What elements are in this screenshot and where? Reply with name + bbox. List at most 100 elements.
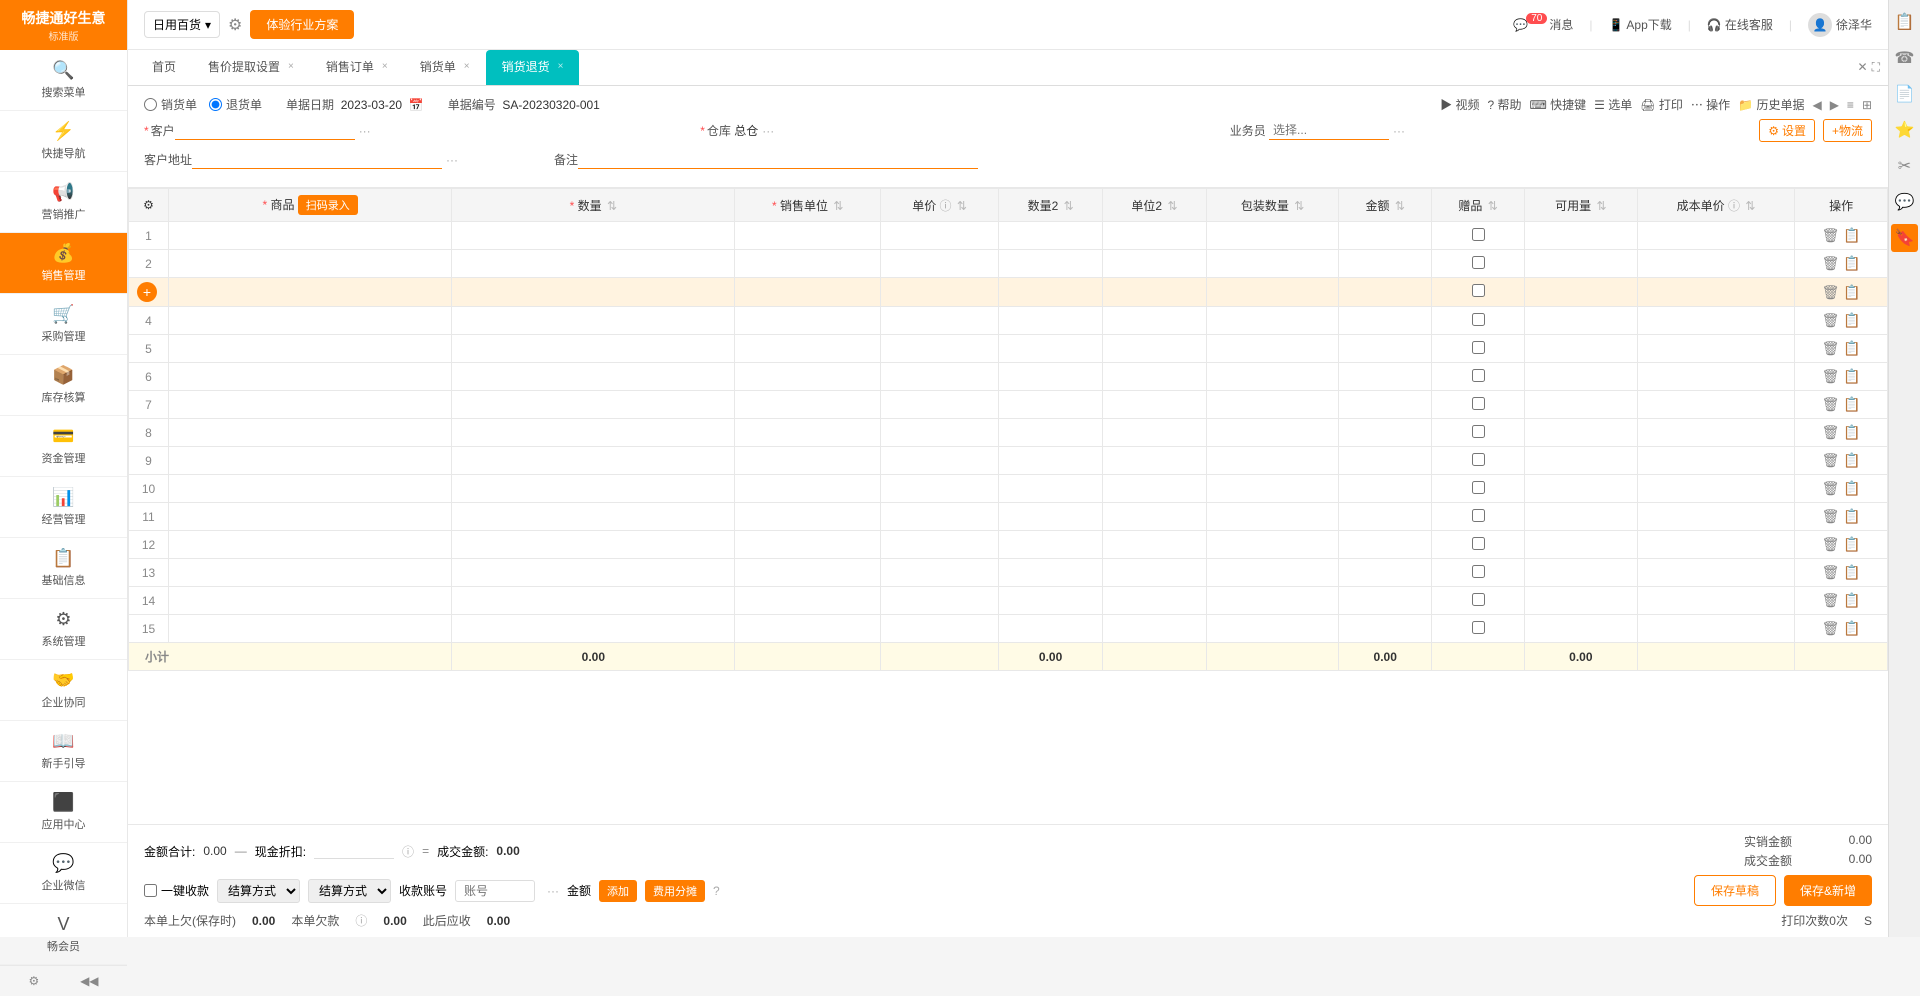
gift-cell[interactable] bbox=[1432, 278, 1525, 307]
unit-cell[interactable] bbox=[735, 475, 881, 503]
pack-qty-cell[interactable] bbox=[1206, 335, 1338, 363]
gift-cell[interactable] bbox=[1432, 222, 1525, 250]
tab-home[interactable]: 首页 bbox=[136, 50, 192, 85]
gift-checkbox[interactable] bbox=[1472, 621, 1485, 634]
amount-cell[interactable] bbox=[1339, 391, 1432, 419]
available-cell[interactable] bbox=[1525, 531, 1638, 559]
remark-input[interactable] bbox=[578, 150, 978, 169]
cost-price-cell[interactable] bbox=[1637, 222, 1795, 250]
account-dots[interactable]: ··· bbox=[547, 884, 559, 898]
available-cell[interactable] bbox=[1525, 559, 1638, 587]
gift-cell[interactable] bbox=[1432, 419, 1525, 447]
print-btn[interactable]: 🖨 打印 bbox=[1640, 96, 1683, 113]
price-cell[interactable] bbox=[881, 559, 999, 587]
qty-cell[interactable] bbox=[452, 615, 735, 643]
delete-icon[interactable]: 🗑 bbox=[1822, 227, 1840, 244]
product-cell[interactable] bbox=[169, 419, 452, 447]
gift-cell[interactable] bbox=[1432, 335, 1525, 363]
gift-checkbox[interactable] bbox=[1472, 369, 1485, 382]
pack-qty-cell[interactable] bbox=[1206, 587, 1338, 615]
sidebar-item-enterprise[interactable]: 🤝 企业协同 bbox=[0, 660, 127, 721]
pack-qty-cell[interactable] bbox=[1206, 475, 1338, 503]
unit2-cell[interactable] bbox=[1103, 615, 1207, 643]
tab-price-setting[interactable]: 售价提取设置 × bbox=[192, 50, 310, 85]
sidebar-item-quick-nav[interactable]: ⚡ 快捷导航 bbox=[0, 111, 127, 172]
cost-price-cell[interactable] bbox=[1637, 615, 1795, 643]
cost-price-cell[interactable] bbox=[1637, 531, 1795, 559]
gift-checkbox[interactable] bbox=[1472, 228, 1485, 241]
delete-icon[interactable]: 🗑 bbox=[1822, 396, 1840, 413]
available-cell[interactable] bbox=[1525, 250, 1638, 278]
amount-cell[interactable] bbox=[1339, 559, 1432, 587]
sidebar-item-finance[interactable]: 💳 资金管理 bbox=[0, 416, 127, 477]
gift-cell[interactable] bbox=[1432, 447, 1525, 475]
calendar-icon[interactable]: 📅 bbox=[409, 98, 424, 112]
unit-cell[interactable] bbox=[735, 531, 881, 559]
delete-icon[interactable]: 🗑 bbox=[1822, 480, 1840, 497]
pack-qty-cell[interactable] bbox=[1206, 307, 1338, 335]
product-cell[interactable] bbox=[169, 475, 452, 503]
copy-icon[interactable]: 📋 bbox=[1843, 564, 1860, 581]
amount-cell[interactable] bbox=[1339, 363, 1432, 391]
qty2-cell[interactable] bbox=[999, 335, 1103, 363]
close-tab-icon[interactable]: ✕ bbox=[1858, 60, 1868, 75]
qty2-cell[interactable] bbox=[999, 307, 1103, 335]
sidebar-item-search[interactable]: 🔍 搜索菜单 bbox=[0, 50, 127, 111]
price-cell[interactable] bbox=[881, 250, 999, 278]
qty-cell[interactable] bbox=[452, 250, 735, 278]
unit-cell[interactable] bbox=[735, 503, 881, 531]
qty2-cell[interactable] bbox=[999, 503, 1103, 531]
unit-cell[interactable] bbox=[735, 278, 881, 307]
unit2-cell[interactable] bbox=[1103, 475, 1207, 503]
tab-sales-bill[interactable]: 销货单 × bbox=[404, 50, 486, 85]
list-view-icon[interactable]: ≡ bbox=[1847, 98, 1854, 112]
col-gear[interactable]: ⚙ bbox=[129, 189, 169, 222]
available-cell[interactable] bbox=[1525, 278, 1638, 307]
unit-cell[interactable] bbox=[735, 250, 881, 278]
price-cell[interactable] bbox=[881, 615, 999, 643]
cost-price-cell[interactable] bbox=[1637, 250, 1795, 278]
price-cell[interactable] bbox=[881, 419, 999, 447]
qty-cell[interactable] bbox=[452, 335, 735, 363]
qty-cell[interactable] bbox=[452, 475, 735, 503]
gift-cell[interactable] bbox=[1432, 531, 1525, 559]
gift-cell[interactable] bbox=[1432, 559, 1525, 587]
available-cell[interactable] bbox=[1525, 391, 1638, 419]
close-icon[interactable]: × bbox=[558, 61, 564, 72]
pack-qty-cell[interactable] bbox=[1206, 615, 1338, 643]
amount-cell[interactable] bbox=[1339, 587, 1432, 615]
qty2-cell[interactable] bbox=[999, 475, 1103, 503]
qty-cell[interactable] bbox=[452, 391, 735, 419]
pack-qty-cell[interactable] bbox=[1206, 222, 1338, 250]
settings-btn[interactable]: ⚙ 设置 bbox=[1759, 119, 1815, 142]
cost-price-cell[interactable] bbox=[1637, 278, 1795, 307]
unit2-cell[interactable] bbox=[1103, 335, 1207, 363]
prev-icon[interactable]: ◀ bbox=[1812, 98, 1821, 112]
price-cell[interactable] bbox=[881, 363, 999, 391]
cost-price-cell[interactable] bbox=[1637, 587, 1795, 615]
gift-checkbox[interactable] bbox=[1472, 397, 1485, 410]
history-btn[interactable]: 📁 历史单据 bbox=[1738, 96, 1804, 113]
qty2-cell[interactable] bbox=[999, 615, 1103, 643]
price-cell[interactable] bbox=[881, 391, 999, 419]
sidebar-item-purchase[interactable]: 🛒 采购管理 bbox=[0, 294, 127, 355]
gift-cell[interactable] bbox=[1432, 587, 1525, 615]
operation-btn[interactable]: ⋯ 操作 bbox=[1691, 96, 1730, 113]
gift-cell[interactable] bbox=[1432, 391, 1525, 419]
radio-sales-bill-input[interactable] bbox=[144, 98, 157, 111]
copy-icon[interactable]: 📋 bbox=[1843, 340, 1860, 357]
product-cell[interactable] bbox=[169, 250, 452, 278]
pack-qty-cell[interactable] bbox=[1206, 419, 1338, 447]
staff-input[interactable] bbox=[1269, 121, 1389, 140]
copy-icon[interactable]: 📋 bbox=[1843, 227, 1860, 244]
copy-icon[interactable]: 📋 bbox=[1843, 396, 1860, 413]
pack-qty-cell[interactable] bbox=[1206, 447, 1338, 475]
amount-cell[interactable] bbox=[1339, 278, 1432, 307]
product-cell-highlighted[interactable] bbox=[169, 278, 452, 307]
right-panel-icon-3[interactable]: 📄 bbox=[1891, 80, 1919, 108]
price-cell[interactable] bbox=[881, 475, 999, 503]
unit2-cell[interactable] bbox=[1103, 391, 1207, 419]
qty2-cell[interactable] bbox=[999, 419, 1103, 447]
delete-icon[interactable]: 🗑 bbox=[1822, 620, 1840, 637]
cost-price-cell[interactable] bbox=[1637, 363, 1795, 391]
